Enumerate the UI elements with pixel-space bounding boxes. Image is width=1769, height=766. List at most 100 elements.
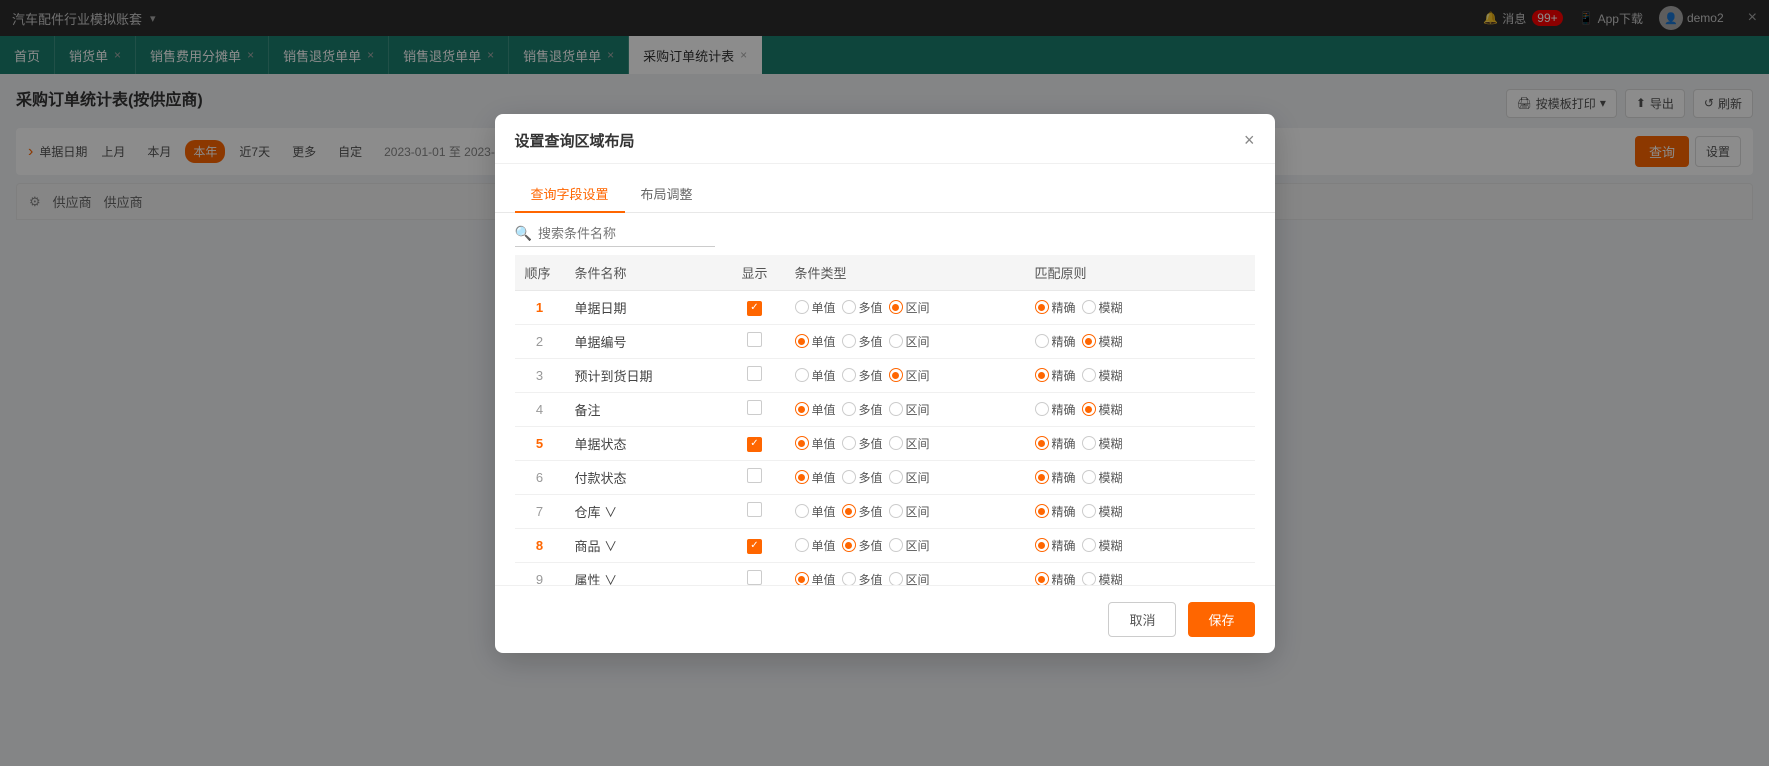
display-checkbox[interactable]	[747, 570, 762, 585]
type-radio-type_range[interactable]: 区间	[889, 503, 930, 520]
display-checkbox[interactable]	[747, 400, 762, 415]
display-checkbox[interactable]	[747, 332, 762, 347]
type-radio-type_single[interactable]: 单值	[795, 401, 836, 418]
table-row: 7仓库 ∨单值多值区间精确模糊	[515, 494, 1255, 528]
type-radio-type_range[interactable]: 区间	[889, 571, 930, 585]
match-radio-match_exact[interactable]: 精确	[1035, 469, 1076, 486]
type_multi-radio-btn	[842, 334, 856, 348]
row-order: 7	[515, 494, 565, 528]
match-radio-match_fuzzy[interactable]: 模糊	[1082, 367, 1123, 384]
match-radio-match_fuzzy[interactable]: 模糊	[1082, 571, 1123, 585]
row-display-checkbox[interactable]	[725, 562, 785, 585]
type_multi-radio-label: 多值	[859, 333, 883, 350]
row-display-checkbox[interactable]	[725, 324, 785, 358]
display-checkbox[interactable]	[747, 301, 762, 316]
match-radio-match_exact[interactable]: 精确	[1035, 503, 1076, 520]
row-match: 精确模糊	[1025, 426, 1255, 460]
row-name: 商品 ∨	[565, 528, 725, 562]
type-radio-type_range[interactable]: 区间	[889, 435, 930, 452]
tab-query-fields[interactable]: 查询字段设置	[515, 176, 625, 213]
display-checkbox[interactable]	[747, 366, 762, 381]
display-checkbox[interactable]	[747, 539, 762, 554]
search-input[interactable]	[538, 226, 698, 241]
type-radio-type_multi[interactable]: 多值	[842, 469, 883, 486]
display-checkbox[interactable]	[747, 437, 762, 452]
type_multi-radio-label: 多值	[859, 537, 883, 554]
type-radio-type_multi[interactable]: 多值	[842, 435, 883, 452]
match-radio-match_fuzzy[interactable]: 模糊	[1082, 469, 1123, 486]
type-radio-type_multi[interactable]: 多值	[842, 367, 883, 384]
search-icon: 🔍	[515, 225, 532, 242]
row-display-checkbox[interactable]	[725, 528, 785, 562]
row-name: 单据日期	[565, 290, 725, 324]
type-radio-type_range[interactable]: 区间	[889, 367, 930, 384]
type-radio-type_multi[interactable]: 多值	[842, 333, 883, 350]
type-radio-type_multi[interactable]: 多值	[842, 401, 883, 418]
table-row: 9属性 ∨单值多值区间精确模糊	[515, 562, 1255, 585]
cancel-btn[interactable]: 取消	[1108, 602, 1176, 637]
match-radio-match_exact[interactable]: 精确	[1035, 537, 1076, 554]
match-radio-match_exact[interactable]: 精确	[1035, 401, 1076, 418]
type-radio-type_multi[interactable]: 多值	[842, 299, 883, 316]
type_range-radio-label: 区间	[906, 435, 930, 452]
match_fuzzy-radio-btn	[1082, 402, 1096, 416]
match-radio-match_exact[interactable]: 精确	[1035, 367, 1076, 384]
row-order: 5	[515, 426, 565, 460]
display-checkbox[interactable]	[747, 502, 762, 517]
match-radio-match_fuzzy[interactable]: 模糊	[1082, 537, 1123, 554]
match-radio-match_fuzzy[interactable]: 模糊	[1082, 299, 1123, 316]
match-radio-match_fuzzy[interactable]: 模糊	[1082, 333, 1123, 350]
type-radio-type_range[interactable]: 区间	[889, 537, 930, 554]
row-display-checkbox[interactable]	[725, 494, 785, 528]
match_fuzzy-radio-btn	[1082, 300, 1096, 314]
type-radio-type_range[interactable]: 区间	[889, 333, 930, 350]
table-row: 8商品 ∨ 单值 多值区间 精确模糊	[515, 528, 1255, 562]
display-checkbox[interactable]	[747, 468, 762, 483]
type-radio-type_single[interactable]: 单值	[795, 435, 836, 452]
row-name: 属性 ∨	[565, 562, 725, 585]
type-radio-type_range[interactable]: 区间	[889, 469, 930, 486]
match-radio-match_exact[interactable]: 精确	[1035, 299, 1076, 316]
row-display-checkbox[interactable]	[725, 426, 785, 460]
type-radio-type_range[interactable]: 区间	[889, 299, 930, 316]
type_range-radio-label: 区间	[906, 367, 930, 384]
type-radio-type_range[interactable]: 区间	[889, 401, 930, 418]
row-display-checkbox[interactable]	[725, 460, 785, 494]
match_fuzzy-radio-btn	[1082, 368, 1096, 382]
row-order: 8	[515, 528, 565, 562]
match-radio-match_fuzzy[interactable]: 模糊	[1082, 435, 1123, 452]
type-radio-type_single[interactable]: 单值	[795, 299, 836, 316]
match_exact-radio-label: 精确	[1052, 333, 1076, 350]
match-radio-match_exact[interactable]: 精确	[1035, 571, 1076, 585]
type-radio-type_single[interactable]: 单值	[795, 503, 836, 520]
match_exact-radio-label: 精确	[1052, 469, 1076, 486]
table-row: 1单据日期单值多值区间精确模糊	[515, 290, 1255, 324]
match-radio-match_fuzzy[interactable]: 模糊	[1082, 503, 1123, 520]
type-radio-type_multi[interactable]: 多值	[842, 537, 883, 554]
row-display-checkbox[interactable]	[725, 392, 785, 426]
type-radio-type_single[interactable]: 单值	[795, 537, 836, 554]
type-radio-type_single[interactable]: 单值	[795, 367, 836, 384]
match-radio-match_fuzzy[interactable]: 模糊	[1082, 401, 1123, 418]
type_multi-radio-label: 多值	[859, 571, 883, 585]
conditions-table: 顺序 条件名称 显示 条件类型 匹配原则 1单据日期单值多值区间精确模糊2单据编…	[515, 255, 1255, 585]
type-radio-type_single[interactable]: 单值	[795, 333, 836, 350]
dialog-close-btn[interactable]: ×	[1244, 131, 1255, 149]
type-radio-type_single[interactable]: 单值	[795, 571, 836, 585]
type_single-radio-label: 单值	[812, 537, 836, 554]
match-radio-match_exact[interactable]: 精确	[1035, 333, 1076, 350]
match_fuzzy-radio-btn	[1082, 538, 1096, 552]
tab-layout[interactable]: 布局调整	[625, 176, 709, 213]
type_single-radio-label: 单值	[812, 299, 836, 316]
save-btn[interactable]: 保存	[1188, 602, 1254, 637]
type-radio-type_single[interactable]: 单值	[795, 469, 836, 486]
row-display-checkbox[interactable]	[725, 290, 785, 324]
type-radio-type_multi[interactable]: 多值	[842, 571, 883, 585]
type_single-radio-label: 单值	[812, 469, 836, 486]
type-radio-type_multi[interactable]: 多值	[842, 503, 883, 520]
match_exact-radio-btn	[1035, 368, 1049, 382]
match_fuzzy-radio-btn	[1082, 504, 1096, 518]
match_exact-radio-label: 精确	[1052, 401, 1076, 418]
match-radio-match_exact[interactable]: 精确	[1035, 435, 1076, 452]
row-display-checkbox[interactable]	[725, 358, 785, 392]
